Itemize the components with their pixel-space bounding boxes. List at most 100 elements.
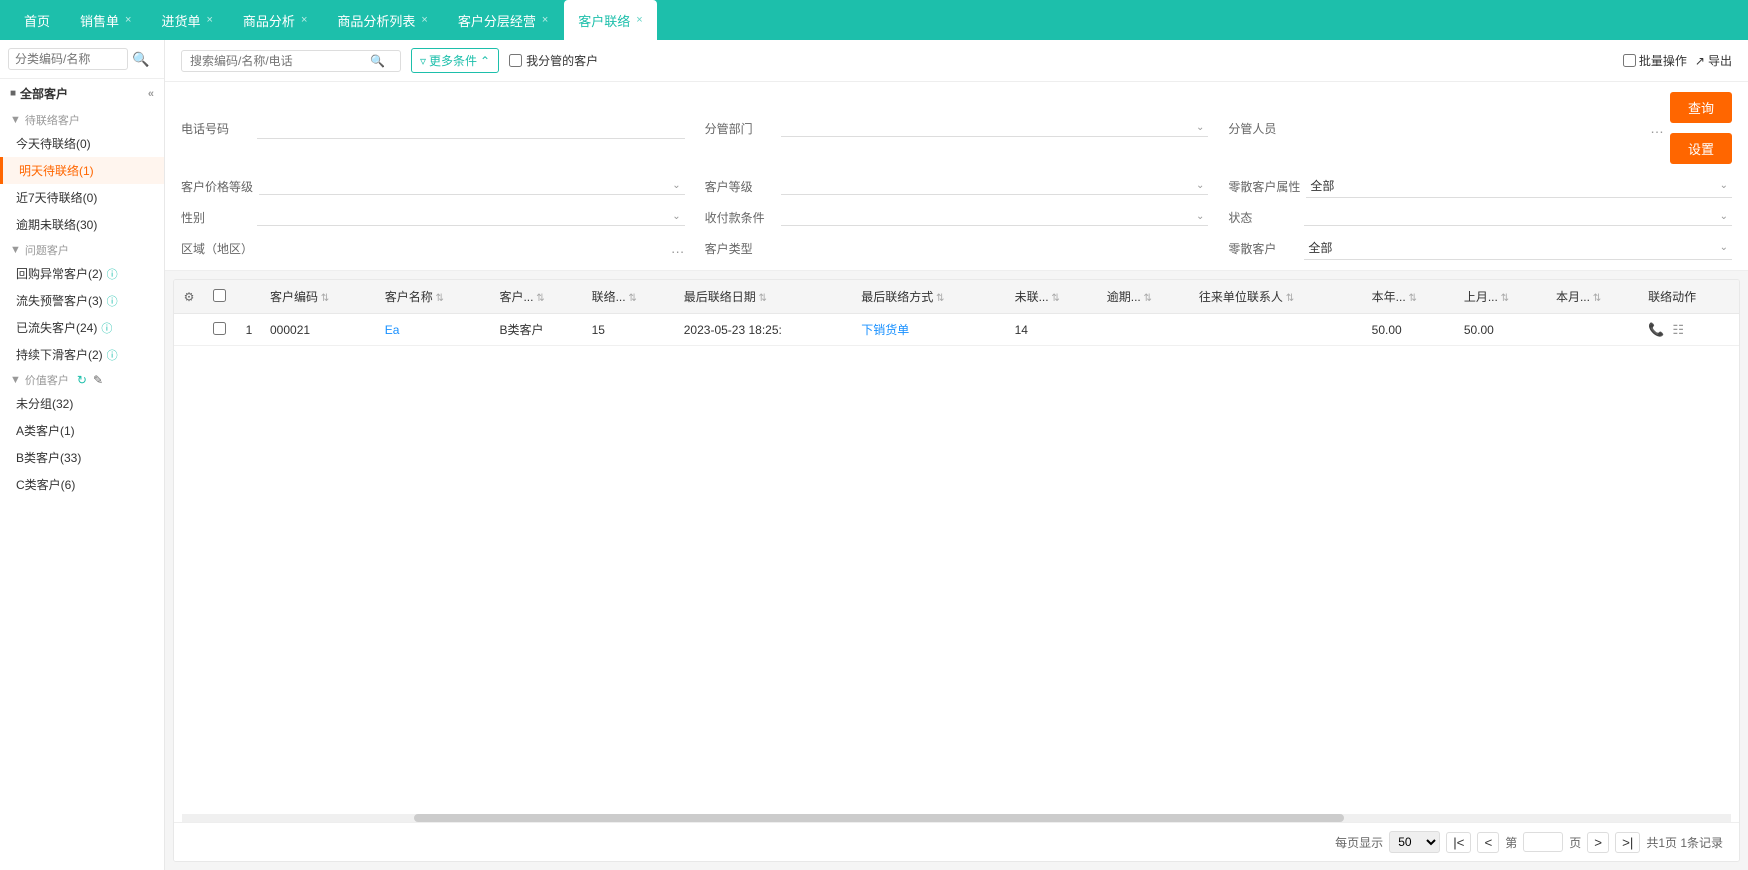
search-icon[interactable]: 🔍 xyxy=(370,54,385,68)
filter-price-level: 客户价格等级 ⌄ xyxy=(181,174,685,198)
next-page-btn[interactable]: > xyxy=(1587,832,1609,853)
col-no-contact[interactable]: 未联... xyxy=(1009,280,1101,314)
col-last-method[interactable]: 最后联络方式 xyxy=(855,280,1008,314)
horizontal-scrollbar[interactable] xyxy=(182,814,1731,822)
settings-icon[interactable]: ⚙ xyxy=(184,290,195,304)
payment-select[interactable]: ⌄ xyxy=(781,208,1209,226)
phone-input[interactable] xyxy=(257,118,685,139)
pagination: 每页显示 50 100 200 |< < 第 1 页 > >| 共1页 1条记录 xyxy=(174,822,1739,861)
chevron-down-icon: ⌄ xyxy=(672,211,680,222)
nav-item-goods-analysis-table[interactable]: 商品分析列表 × xyxy=(323,0,441,40)
filter-customer-type: 客户类型 xyxy=(705,236,1209,260)
close-icon[interactable]: × xyxy=(421,14,427,26)
col-last-month[interactable]: 上月... xyxy=(1458,280,1550,314)
my-customers-checkbox[interactable]: 我分管的客户 xyxy=(509,52,598,69)
more-icon[interactable]: … xyxy=(1650,120,1664,136)
row-name: Ea xyxy=(379,314,494,346)
col-overdue[interactable]: 逾期... xyxy=(1101,280,1193,314)
refresh-icon[interactable]: ↻ xyxy=(77,373,87,387)
query-button[interactable]: 查询 xyxy=(1670,92,1732,123)
sidebar-item-today[interactable]: 今天待联络(0) xyxy=(0,130,164,157)
info-icon: ⓘ xyxy=(101,320,112,336)
nav-item-home[interactable]: 首页 xyxy=(10,0,64,40)
customer-level-select[interactable]: ⌄ xyxy=(781,177,1209,195)
price-level-select[interactable]: ⌄ xyxy=(259,177,685,195)
problem-group-label: ▼ 问题客户 xyxy=(0,238,164,260)
close-icon[interactable]: × xyxy=(636,14,642,26)
page-size-select[interactable]: 50 100 200 xyxy=(1389,831,1440,853)
chevron-down-icon: ⌄ xyxy=(1720,211,1728,222)
action-call-icon[interactable]: 📞 xyxy=(1648,322,1664,338)
action-grid-icon[interactable]: ☷ xyxy=(1672,322,1684,338)
col-code[interactable]: 客户编码 xyxy=(264,280,379,314)
double-arrow-icon[interactable]: « xyxy=(148,88,154,100)
scrollbar-thumb[interactable] xyxy=(414,814,1343,822)
chevron-up-icon: ⌃ xyxy=(480,54,490,68)
batch-ops-btn[interactable]: 批量操作 xyxy=(1623,52,1687,69)
sidebar-item-week[interactable]: 近7天待联络(0) xyxy=(0,184,164,211)
export-btn[interactable]: ↗ 导出 xyxy=(1695,52,1732,69)
row-checkbox xyxy=(204,314,234,346)
sidebar-item-class-b[interactable]: B类客户(33) xyxy=(0,444,164,471)
sidebar-search-icon[interactable]: 🔍 xyxy=(132,51,149,68)
select-all-checkbox[interactable] xyxy=(213,289,226,302)
sidebar-item-tomorrow[interactable]: 明天待联络(1) xyxy=(0,157,164,184)
batch-ops-check[interactable] xyxy=(1623,54,1636,67)
last-page-btn[interactable]: >| xyxy=(1615,832,1640,853)
col-name[interactable]: 客户名称 xyxy=(379,280,494,314)
reset-button[interactable]: 设置 xyxy=(1670,133,1732,164)
sidebar-item-unsorted[interactable]: 未分组(32) xyxy=(0,390,164,417)
sidebar-item-class-a[interactable]: A类客户(1) xyxy=(0,417,164,444)
chevron-down-icon: ⌄ xyxy=(672,180,680,191)
sidebar-item-lost-risk[interactable]: 流失预警客户(3) ⓘ xyxy=(0,287,164,314)
row-num: 1 xyxy=(234,314,264,346)
prev-page-btn[interactable]: < xyxy=(1477,832,1499,853)
filter-retail-customer: 零散客户 全部 ⌄ xyxy=(1228,236,1732,260)
col-last-date[interactable]: 最后联络日期 xyxy=(678,280,855,314)
row-class: B类客户 xyxy=(493,314,585,346)
filter-panel: 电话号码 分管部门 ⌄ 分管人员 … 查询 设置 xyxy=(165,82,1748,271)
more-conditions-btn[interactable]: ▿ 更多条件 ⌃ xyxy=(411,48,499,73)
nav-item-customer-segment[interactable]: 客户分层经营 × xyxy=(444,0,562,40)
nav-item-goods-analysis[interactable]: 商品分析 × xyxy=(229,0,321,40)
sidebar-item-already-lost[interactable]: 已流失客户(24) ⓘ xyxy=(0,314,164,341)
nav-item-purchase[interactable]: 进货单 × xyxy=(147,0,226,40)
sidebar-item-overdue[interactable]: 逾期未联络(30) xyxy=(0,211,164,238)
sidebar-item-class-c[interactable]: C类客户(6) xyxy=(0,471,164,498)
area-more-icon[interactable]: … xyxy=(671,240,685,256)
col-unit-contact[interactable]: 往来单位联系人 xyxy=(1193,280,1366,314)
search-input[interactable] xyxy=(190,54,370,68)
pending-group-label: ▼ 待联络客户 xyxy=(0,108,164,130)
row-actions: 📞 ☷ xyxy=(1642,314,1739,346)
col-class[interactable]: 客户... xyxy=(493,280,585,314)
close-icon[interactable]: × xyxy=(206,14,212,26)
col-this-year[interactable]: 本年... xyxy=(1366,280,1458,314)
nav-item-sales[interactable]: 销售单 × xyxy=(66,0,145,40)
filter-manager: 分管人员 … 查询 设置 xyxy=(1228,92,1732,164)
close-icon[interactable]: × xyxy=(542,14,548,26)
filter-dept: 分管部门 ⌄ xyxy=(705,92,1209,164)
retail-attr-select[interactable]: 全部 ⌄ xyxy=(1306,174,1732,198)
sidebar-search-input[interactable] xyxy=(8,48,128,70)
status-select[interactable]: ⌄ xyxy=(1304,208,1732,226)
filter-phone: 电话号码 xyxy=(181,92,685,164)
edit-icon[interactable]: ✎ xyxy=(93,373,103,387)
sidebar-item-declining[interactable]: 持续下滑客户(2) ⓘ xyxy=(0,341,164,368)
close-icon[interactable]: × xyxy=(301,14,307,26)
close-icon[interactable]: × xyxy=(125,14,131,26)
dept-select[interactable]: ⌄ xyxy=(781,119,1209,137)
sidebar-item-repurchase-abnormal[interactable]: 回购异常客户(2) ⓘ xyxy=(0,260,164,287)
gender-select[interactable]: ⌄ xyxy=(257,208,685,226)
my-customers-check[interactable] xyxy=(509,54,522,67)
row-select-checkbox[interactable] xyxy=(213,322,226,335)
col-this-month[interactable]: 本月... xyxy=(1550,280,1642,314)
col-contact-count[interactable]: 联络... xyxy=(586,280,678,314)
retail-customer-select[interactable]: 全部 ⌄ xyxy=(1304,236,1732,260)
chevron-down-icon: ⌄ xyxy=(1196,211,1204,222)
nav-item-customer-contact[interactable]: 客户联络 × xyxy=(564,0,656,40)
table-wrap: ⚙ 客户编码 客户名称 客户... 联络... 最后联络日期 最后联络方式 xyxy=(174,280,1739,814)
filter-area: 区域（地区） … xyxy=(181,236,685,260)
page-input[interactable]: 1 xyxy=(1523,832,1563,852)
last-method-link[interactable]: 下销货单 xyxy=(861,323,909,337)
first-page-btn[interactable]: |< xyxy=(1446,832,1471,853)
